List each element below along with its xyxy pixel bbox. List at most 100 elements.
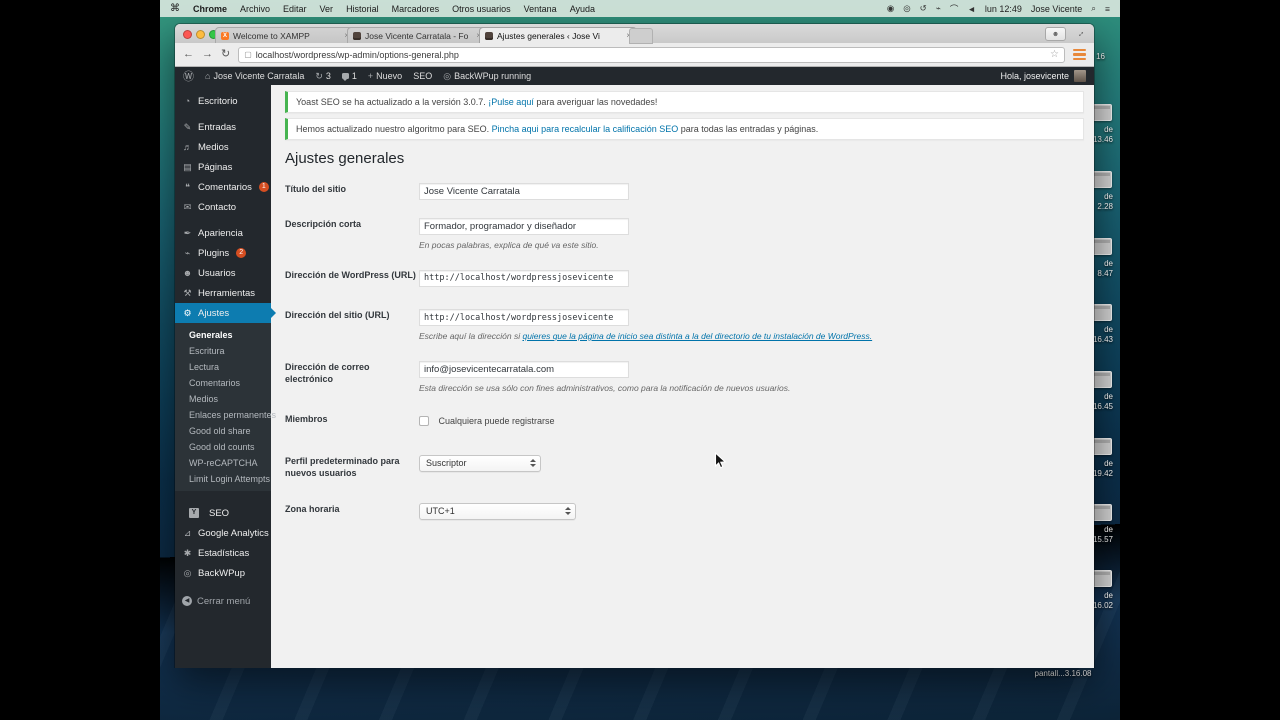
backwpup-icon: ◎: [443, 70, 452, 81]
collapse-arrow-icon: ◀: [182, 596, 192, 606]
menubar-user[interactable]: Jose Vicente: [1031, 4, 1082, 14]
media-icon: ♬: [183, 142, 192, 152]
sidebar-item-plugins[interactable]: ⌁ Plugins 2: [175, 243, 271, 263]
menubar-item-editar[interactable]: Editar: [283, 4, 307, 14]
fullscreen-icon[interactable]: ↔: [1072, 25, 1089, 42]
menubar-item-chrome[interactable]: Chrome: [193, 4, 227, 14]
sidebar-item-escritorio[interactable]: ◔ Escritorio: [175, 91, 271, 111]
menubar-item-ver[interactable]: Ver: [320, 4, 334, 14]
mail-icon: ✉: [183, 201, 192, 212]
url-text[interactable]: localhost/wordpress/wp-admin/options-gen…: [256, 50, 459, 60]
notification-center-icon[interactable]: ≡: [1105, 4, 1110, 14]
wordpress-logo-icon[interactable]: Ⓦ: [183, 68, 194, 84]
record-stop-icon[interactable]: ◎: [903, 3, 910, 14]
tab-ajustes-generales[interactable]: Ajustes generales ‹ Jose Vi ×: [479, 27, 637, 43]
email-field[interactable]: [419, 361, 629, 378]
wp-url-input[interactable]: [419, 269, 629, 287]
adminbar-backwpup[interactable]: ◎ BackWPup running: [443, 71, 531, 82]
page-icon: ▢: [244, 50, 252, 59]
submenu-wp-recaptcha[interactable]: WP-reCAPTCHA: [175, 455, 271, 471]
yoast-update-notice: Yoast SEO se ha actualizado a la versión…: [285, 91, 1084, 113]
time-machine-icon[interactable]: ↺: [920, 3, 927, 14]
volume-icon[interactable]: ◄: [967, 4, 975, 14]
address-bar[interactable]: ▢ localhost/wordpress/wp-admin/options-g…: [238, 46, 1065, 63]
sidebar-item-herramientas[interactable]: ⚒ Herramientas: [175, 283, 271, 303]
submenu-medios[interactable]: Medios: [175, 391, 271, 407]
site-url-input[interactable]: [419, 309, 629, 326]
sidebar-item-entradas[interactable]: ✎ Entradas: [175, 117, 271, 137]
sidebar-item-seo[interactable]: Y SEO: [175, 503, 271, 523]
sidebar-item-comentarios[interactable]: ❝ Comentarios 1: [175, 177, 271, 197]
adminbar-new-button[interactable]: + Nuevo: [368, 71, 402, 81]
bluetooth-icon[interactable]: ⌁: [936, 3, 941, 14]
sidebar-item-ajustes[interactable]: ⚙ Ajustes: [175, 303, 276, 323]
sidebar-item-paginas[interactable]: ▤ Páginas: [175, 157, 271, 177]
adminbar-site-name: Jose Vicente Carratala: [213, 71, 305, 81]
new-tab-button[interactable]: [629, 28, 653, 44]
submenu-good-old-share[interactable]: Good old share: [175, 423, 271, 439]
xampp-favicon: X: [221, 31, 229, 40]
adminbar-updates[interactable]: ↻ 3: [315, 71, 331, 82]
sidebar-item-apariencia[interactable]: ✒ Apariencia: [175, 223, 271, 243]
wifi-icon[interactable]: ⌒: [950, 3, 959, 15]
minimize-window-button[interactable]: [196, 30, 205, 39]
field-row-wp-url: Dirección de WordPress (URL): [285, 267, 1084, 287]
stats-icon: ✱: [183, 547, 192, 558]
menubar-item-ayuda[interactable]: Ayuda: [570, 4, 595, 14]
sidebar-item-medios[interactable]: ♬ Medios: [175, 137, 271, 157]
forward-button[interactable]: →: [202, 49, 213, 60]
submenu-generales[interactable]: Generales: [175, 327, 271, 343]
adminbar-site-link[interactable]: ⌂ Jose Vicente Carratala: [205, 71, 304, 81]
tab-jose-vicente[interactable]: Jose Vicente Carratala - Fo ×: [347, 27, 487, 43]
menubar-item-otros-usuarios[interactable]: Otros usuarios: [452, 4, 511, 14]
site-url-help-link[interactable]: quieres que la página de inicio sea dist…: [522, 331, 872, 341]
avatar[interactable]: [1074, 70, 1086, 82]
record-icon[interactable]: ◉: [887, 3, 894, 14]
email-help: Esta dirección se usa sólo con fines adm…: [419, 383, 791, 393]
bookmark-star-icon[interactable]: ☆: [1050, 49, 1059, 60]
menubar-item-historial[interactable]: Historial: [346, 4, 379, 14]
home-icon: ⌂: [205, 71, 211, 81]
submenu-escritura[interactable]: Escritura: [175, 343, 271, 359]
submenu-good-old-counts[interactable]: Good old counts: [175, 439, 271, 455]
timezone-select[interactable]: UTC+1: [419, 502, 576, 520]
yoast-notice-link[interactable]: ¡Pulse aquí: [488, 97, 534, 107]
submenu-limit-login-attempts[interactable]: Limit Login Attempts: [175, 471, 271, 487]
adminbar-seo[interactable]: SEO: [413, 71, 432, 81]
tab-welcome-xampp[interactable]: X Welcome to XAMPP ×: [215, 27, 355, 43]
menubar-item-marcadores[interactable]: Marcadores: [392, 4, 440, 14]
tagline-help: En pocas palabras, explica de qué va est…: [419, 240, 599, 250]
adminbar-greeting[interactable]: Hola, josevicente: [1000, 71, 1069, 81]
window-controls: [183, 30, 218, 39]
seo-recalc-link[interactable]: Pincha aqui para recalcular la calificac…: [492, 124, 679, 134]
tagline-input[interactable]: [419, 218, 629, 235]
close-window-button[interactable]: [183, 30, 192, 39]
yoast-seo-icon: Y: [189, 508, 199, 518]
menubar-item-ventana[interactable]: Ventana: [524, 4, 557, 14]
appearance-brush-icon: ✒: [183, 227, 192, 238]
submenu-lectura[interactable]: Lectura: [175, 359, 271, 375]
sidebar-item-contacto[interactable]: ✉ Contacto: [175, 197, 271, 217]
reload-button[interactable]: ↻: [221, 49, 230, 60]
chrome-menu-icon[interactable]: [1073, 48, 1086, 61]
browser-toolbar: ← → ↻ ▢ localhost/wordpress/wp-admin/opt…: [175, 43, 1094, 67]
profile-button[interactable]: ☻: [1045, 27, 1066, 41]
submenu-comentarios[interactable]: Comentarios: [175, 375, 271, 391]
menubar-item-archivo[interactable]: Archivo: [240, 4, 270, 14]
apple-menu-icon[interactable]: ⌘: [170, 3, 180, 14]
sidebar-item-usuarios[interactable]: ☻ Usuarios: [175, 263, 271, 283]
spotlight-search-icon[interactable]: ⌕: [1091, 3, 1096, 14]
submenu-enlaces-permanentes[interactable]: Enlaces permanentes: [175, 407, 276, 423]
sidebar-item-estadisticas[interactable]: ✱ Estadísticas: [175, 543, 271, 563]
seo-algorithm-notice: Hemos actualizado nuestro algoritmo para…: [285, 118, 1084, 140]
membership-checkbox[interactable]: [419, 416, 429, 426]
menubar-clock[interactable]: lun 12:49: [985, 4, 1022, 14]
adminbar-comments[interactable]: 1: [341, 71, 357, 81]
sidebar-item-backwpup[interactable]: ◎ BackWPup: [175, 563, 271, 583]
default-role-select[interactable]: Suscriptor: [419, 454, 541, 472]
site-title-input[interactable]: [419, 183, 629, 200]
collapse-menu-button[interactable]: ◀ Cerrar menú: [175, 591, 271, 611]
sidebar-item-google-analytics[interactable]: ⊿ Google Analytics: [175, 523, 271, 543]
back-button[interactable]: ←: [183, 49, 194, 60]
wp-admin-menu: ◔ Escritorio ✎ Entradas ♬ Medios ▤ Págin…: [175, 85, 276, 668]
